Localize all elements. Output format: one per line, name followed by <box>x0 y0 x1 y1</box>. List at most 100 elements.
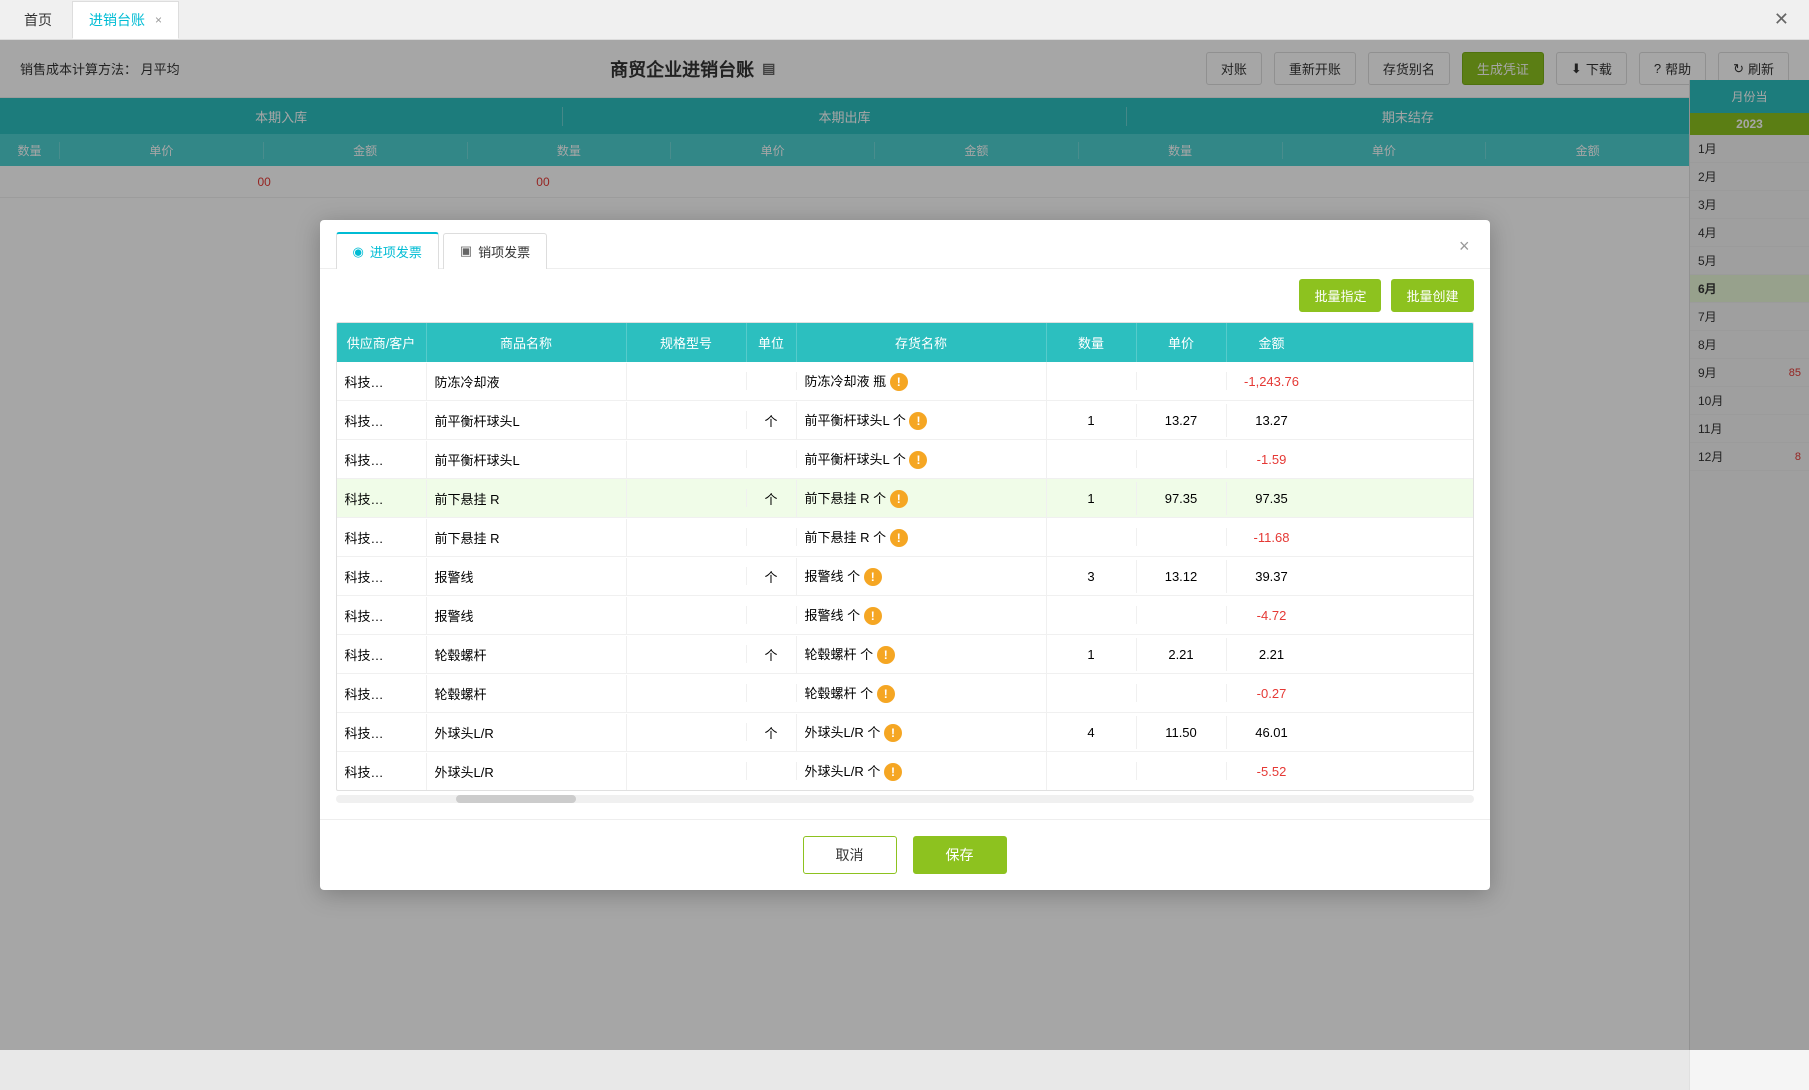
table-row[interactable]: 科技… 报警线 个 报警线 个 ! 3 13.12 39.37 <box>337 557 1473 596</box>
cell-spec <box>627 567 747 585</box>
cancel-button[interactable]: 取消 <box>803 836 897 874</box>
cell-unit: 个 <box>747 636 797 673</box>
cell-product-name: 报警线 <box>427 597 627 634</box>
cell-quantity: 1 <box>1047 482 1137 515</box>
col-product-name: 商品名称 <box>427 323 627 362</box>
cell-spec <box>627 723 747 741</box>
batch-create-button[interactable]: 批量创建 <box>1391 279 1473 312</box>
cell-company: 科技… <box>337 675 427 712</box>
cell-unit <box>747 762 797 780</box>
cell-quantity <box>1047 450 1137 468</box>
cell-company: 科技… <box>337 441 427 478</box>
cell-amount: -4.72 <box>1227 599 1317 632</box>
table-row[interactable]: 科技… 防冻冷却液 防冻冷却液 瓶 ! -1,243.76 <box>337 362 1473 401</box>
cell-unit-price <box>1137 450 1227 468</box>
cell-stock-name: 前下悬挂 R 个 ! <box>797 518 1047 556</box>
scrollbar-thumb[interactable] <box>456 795 576 803</box>
cell-product-name: 前下悬挂 R <box>427 480 627 517</box>
dialog-close-button[interactable]: × <box>1455 236 1474 257</box>
warning-icon: ! <box>877 646 895 664</box>
warning-icon: ! <box>890 529 908 547</box>
tab-active[interactable]: 进销台账 × <box>72 1 179 39</box>
cell-product-name: 前平衡杆球头L <box>427 441 627 478</box>
cell-company: 科技… <box>337 519 427 556</box>
col-unit: 单位 <box>747 323 797 362</box>
cell-amount: -0.27 <box>1227 677 1317 710</box>
table-row[interactable]: 科技… 外球头L/R 个 外球头L/R 个 ! 4 11.50 46.01 <box>337 713 1473 752</box>
cell-company: 科技… <box>337 753 427 790</box>
cell-amount: 97.35 <box>1227 482 1317 515</box>
cell-unit <box>747 528 797 546</box>
table-row[interactable]: 科技… 轮毂螺杆 轮毂螺杆 个 ! -0.27 <box>337 674 1473 713</box>
table-row[interactable]: 科技… 外球头L/R 外球头L/R 个 ! -5.52 <box>337 752 1473 790</box>
cell-spec <box>627 684 747 702</box>
table-row[interactable]: 科技… 前下悬挂 R 前下悬挂 R 个 ! -11.68 <box>337 518 1473 557</box>
col-spec: 规格型号 <box>627 323 747 362</box>
cell-amount: -1.59 <box>1227 443 1317 476</box>
cell-quantity <box>1047 528 1137 546</box>
table-body: 科技… 防冻冷却液 防冻冷却液 瓶 ! -1,243.76 科技… 前平衡杆球头… <box>337 362 1473 790</box>
tab-bar: 首页 进销台账 × ✕ <box>0 0 1809 40</box>
warning-icon: ! <box>864 568 882 586</box>
cell-stock-name: 轮毂螺杆 个 ! <box>797 635 1047 673</box>
cell-product-name: 前平衡杆球头L <box>427 402 627 439</box>
cell-spec <box>627 528 747 546</box>
cell-quantity <box>1047 372 1137 390</box>
cell-unit: 个 <box>747 714 797 751</box>
table-header: 供应商/客户 商品名称 规格型号 单位 存货名称 数量 单价 金额 <box>337 323 1473 362</box>
outgoing-invoice-icon: ▣ <box>460 243 472 259</box>
cell-unit-price: 2.21 <box>1137 638 1227 671</box>
cell-unit-price <box>1137 684 1227 702</box>
tab-incoming-invoice[interactable]: ◉ 进项发票 <box>336 232 439 269</box>
cell-company: 科技… <box>337 636 427 673</box>
tab-home[interactable]: 首页 <box>8 2 68 38</box>
cell-unit <box>747 450 797 468</box>
col-unit-price: 单价 <box>1137 323 1227 362</box>
cell-unit: 个 <box>747 402 797 439</box>
cell-unit-price: 13.27 <box>1137 404 1227 437</box>
warning-icon: ! <box>890 373 908 391</box>
warning-icon: ! <box>890 490 908 508</box>
cell-spec <box>627 762 747 780</box>
cell-stock-name: 前平衡杆球头L 个 ! <box>797 401 1047 439</box>
table-row[interactable]: 科技… 轮毂螺杆 个 轮毂螺杆 个 ! 1 2.21 2.21 <box>337 635 1473 674</box>
cell-stock-name: 报警线 个 ! <box>797 596 1047 634</box>
cell-quantity <box>1047 684 1137 702</box>
cell-unit <box>747 684 797 702</box>
table-row[interactable]: 科技… 前平衡杆球头L 个 前平衡杆球头L 个 ! 1 13.27 13.27 <box>337 401 1473 440</box>
cell-unit-price: 11.50 <box>1137 716 1227 749</box>
cell-amount: 13.27 <box>1227 404 1317 437</box>
cell-unit-price <box>1137 606 1227 624</box>
cell-company: 科技… <box>337 480 427 517</box>
cell-stock-name: 外球头L/R 个 ! <box>797 713 1047 751</box>
cell-product-name: 报警线 <box>427 558 627 595</box>
cell-stock-name: 前平衡杆球头L 个 ! <box>797 440 1047 478</box>
tab-outgoing-invoice[interactable]: ▣ 销项发票 <box>443 233 547 269</box>
cell-spec <box>627 489 747 507</box>
cell-quantity: 1 <box>1047 404 1137 437</box>
table-row[interactable]: 科技… 前平衡杆球头L 前平衡杆球头L 个 ! -1.59 <box>337 440 1473 479</box>
cell-product-name: 轮毂螺杆 <box>427 675 627 712</box>
scrollbar-track[interactable] <box>336 795 1474 803</box>
dialog-header: ◉ 进项发票 ▣ 销项发票 × <box>320 220 1490 269</box>
dialog-footer: 取消 保存 <box>320 819 1490 890</box>
cell-company: 科技… <box>337 402 427 439</box>
cell-unit-price: 97.35 <box>1137 482 1227 515</box>
cell-unit: 个 <box>747 558 797 595</box>
cell-company: 科技… <box>337 558 427 595</box>
cell-company: 科技… <box>337 714 427 751</box>
cell-stock-name: 前下悬挂 R 个 ! <box>797 479 1047 517</box>
save-button[interactable]: 保存 <box>913 836 1007 874</box>
cell-product-name: 防冻冷却液 <box>427 363 627 400</box>
warning-icon: ! <box>909 451 927 469</box>
table-row[interactable]: 科技… 报警线 报警线 个 ! -4.72 <box>337 596 1473 635</box>
cell-stock-name: 防冻冷却液 瓶 ! <box>797 362 1047 400</box>
batch-assign-button[interactable]: 批量指定 <box>1299 279 1381 312</box>
table-row[interactable]: 科技… 前下悬挂 R 个 前下悬挂 R 个 ! 1 97.35 97.35 <box>337 479 1473 518</box>
cell-unit-price: 13.12 <box>1137 560 1227 593</box>
cell-unit-price <box>1137 528 1227 546</box>
window-close-icon[interactable]: ✕ <box>1762 9 1801 30</box>
tab-close-icon[interactable]: × <box>155 13 162 27</box>
cell-unit <box>747 606 797 624</box>
warning-icon: ! <box>884 724 902 742</box>
